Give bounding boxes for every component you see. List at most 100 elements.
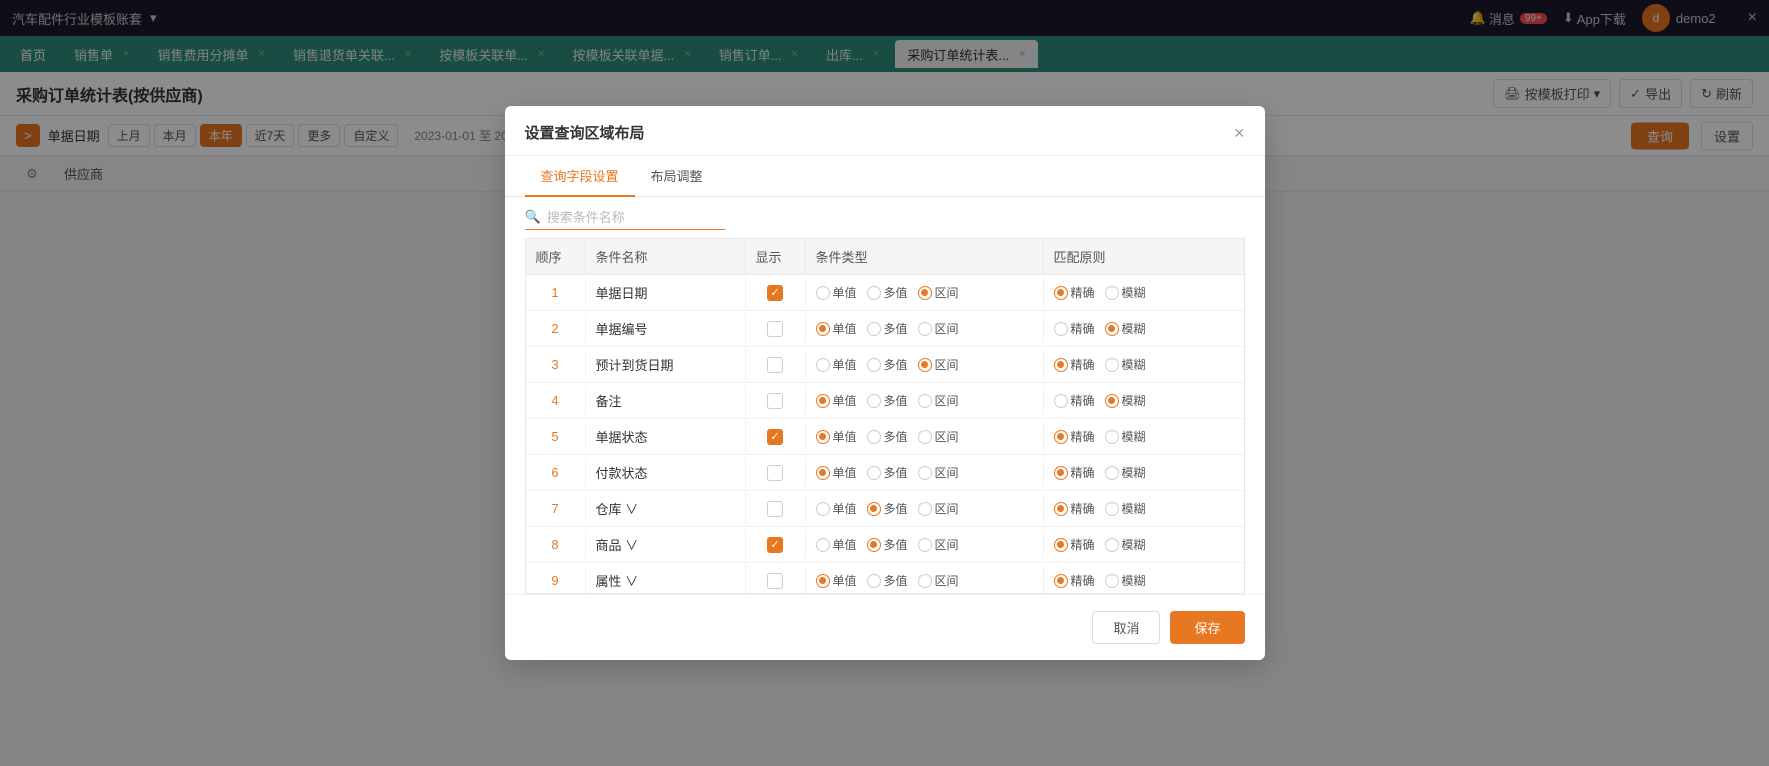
radio-type-多值[interactable]: 多值 — [867, 572, 908, 589]
display-checkbox[interactable] — [767, 573, 783, 589]
radio-type-多值[interactable]: 多值 — [867, 356, 908, 373]
radio-dot — [918, 322, 932, 336]
dialog-tabs: 查询字段设置 布局调整 — [505, 156, 1265, 197]
dialog-table: 顺序 条件名称 显示 条件类型 匹配原则 1单据日期单值多值区间精确模糊2单据编… — [505, 238, 1265, 594]
radio-dot — [867, 322, 881, 336]
radio-match-模糊[interactable]: 模糊 — [1105, 464, 1146, 481]
radio-type-多值[interactable]: 多值 — [867, 320, 908, 337]
radio-match-精确[interactable]: 精确 — [1054, 536, 1095, 553]
radio-type-多值[interactable]: 多值 — [867, 428, 908, 445]
tab-layout-adjust[interactable]: 布局调整 — [635, 156, 719, 197]
radio-type-区间[interactable]: 区间 — [918, 572, 959, 589]
display-checkbox[interactable] — [767, 321, 783, 337]
radio-type-单值[interactable]: 单值 — [816, 320, 857, 337]
radio-match-精确[interactable]: 精确 — [1054, 464, 1095, 481]
row-name: 付款状态 — [586, 457, 746, 488]
radio-type-单值[interactable]: 单值 — [816, 356, 857, 373]
radio-dot — [918, 466, 932, 480]
radio-match-精确[interactable]: 精确 — [1054, 428, 1095, 445]
radio-type-区间[interactable]: 区间 — [918, 320, 959, 337]
dialog-close-btn[interactable]: × — [1234, 124, 1245, 142]
tab-field-settings[interactable]: 查询字段设置 — [525, 156, 635, 197]
row-name: 单据日期 — [586, 277, 746, 308]
display-checkbox[interactable] — [767, 501, 783, 517]
row-order: 8 — [526, 531, 586, 558]
radio-match-模糊[interactable]: 模糊 — [1105, 356, 1146, 373]
radio-match-精确[interactable]: 精确 — [1054, 392, 1095, 409]
radio-type-区间[interactable]: 区间 — [918, 428, 959, 445]
dialog-header: 设置查询区域布局 × — [505, 106, 1265, 156]
radio-type-单值[interactable]: 单值 — [816, 428, 857, 445]
radio-type-多值[interactable]: 多值 — [867, 536, 908, 553]
display-checkbox[interactable] — [767, 465, 783, 481]
row-name: 备注 — [586, 385, 746, 416]
table-row: 8商品 ∨ 单值多值区间 精确模糊 — [526, 527, 1244, 563]
radio-match-精确[interactable]: 精确 — [1054, 284, 1095, 301]
radio-type-多值[interactable]: 多值 — [867, 284, 908, 301]
row-display-cell[interactable] — [746, 351, 806, 379]
search-icon: 🔍 — [525, 209, 541, 225]
radio-type-区间[interactable]: 区间 — [918, 464, 959, 481]
radio-type-区间[interactable]: 区间 — [918, 392, 959, 409]
radio-dot — [867, 538, 881, 552]
radio-dot — [867, 502, 881, 516]
radio-dot — [1054, 358, 1068, 372]
row-order: 1 — [526, 279, 586, 306]
radio-type-单值[interactable]: 单值 — [816, 500, 857, 517]
row-display-cell[interactable] — [746, 279, 806, 307]
radio-type-区间[interactable]: 区间 — [918, 536, 959, 553]
row-name: 商品 ∨ — [586, 529, 746, 560]
col-match: 匹配原则 — [1044, 239, 1244, 274]
radio-match-模糊[interactable]: 模糊 — [1105, 284, 1146, 301]
radio-type-区间[interactable]: 区间 — [918, 356, 959, 373]
row-match-cell: 精确模糊 — [1044, 530, 1244, 559]
radio-dot — [918, 394, 932, 408]
row-display-cell[interactable] — [746, 531, 806, 559]
radio-dot — [918, 538, 932, 552]
display-checkbox[interactable] — [767, 393, 783, 409]
row-match-cell: 精确模糊 — [1044, 350, 1244, 379]
radio-match-精确[interactable]: 精确 — [1054, 356, 1095, 373]
row-display-cell[interactable] — [746, 459, 806, 487]
display-checkbox[interactable] — [767, 537, 783, 553]
radio-match-精确[interactable]: 精确 — [1054, 320, 1095, 337]
cancel-button[interactable]: 取消 — [1092, 611, 1160, 644]
radio-dot — [1105, 574, 1119, 588]
radio-dot — [816, 502, 830, 516]
radio-type-单值[interactable]: 单值 — [816, 284, 857, 301]
display-checkbox[interactable] — [767, 429, 783, 445]
radio-type-多值[interactable]: 多值 — [867, 464, 908, 481]
search-input[interactable] — [547, 210, 725, 225]
save-button[interactable]: 保存 — [1170, 611, 1244, 644]
radio-type-多值[interactable]: 多值 — [867, 392, 908, 409]
col-order: 顺序 — [526, 239, 586, 274]
table-row: 5单据状态单值多值区间精确模糊 — [526, 419, 1244, 455]
row-display-cell[interactable] — [746, 567, 806, 595]
radio-match-模糊[interactable]: 模糊 — [1105, 428, 1146, 445]
row-display-cell[interactable] — [746, 423, 806, 451]
display-checkbox[interactable] — [767, 357, 783, 373]
radio-dot — [1105, 286, 1119, 300]
row-display-cell[interactable] — [746, 495, 806, 523]
radio-match-模糊[interactable]: 模糊 — [1105, 572, 1146, 589]
radio-type-单值[interactable]: 单值 — [816, 536, 857, 553]
radio-match-模糊[interactable]: 模糊 — [1105, 392, 1146, 409]
radio-dot — [1054, 466, 1068, 480]
row-match-cell: 精确模糊 — [1044, 494, 1244, 523]
radio-match-模糊[interactable]: 模糊 — [1105, 500, 1146, 517]
radio-match-模糊[interactable]: 模糊 — [1105, 320, 1146, 337]
radio-type-区间[interactable]: 区间 — [918, 500, 959, 517]
radio-type-多值[interactable]: 多值 — [867, 500, 908, 517]
radio-type-单值[interactable]: 单值 — [816, 464, 857, 481]
radio-dot — [1054, 286, 1068, 300]
row-display-cell[interactable] — [746, 387, 806, 415]
row-display-cell[interactable] — [746, 315, 806, 343]
radio-type-区间[interactable]: 区间 — [918, 284, 959, 301]
radio-type-单值[interactable]: 单值 — [816, 392, 857, 409]
radio-match-模糊[interactable]: 模糊 — [1105, 536, 1146, 553]
radio-match-精确[interactable]: 精确 — [1054, 572, 1095, 589]
radio-match-精确[interactable]: 精确 — [1054, 500, 1095, 517]
display-checkbox[interactable] — [767, 285, 783, 301]
radio-dot — [816, 322, 830, 336]
radio-type-单值[interactable]: 单值 — [816, 572, 857, 589]
